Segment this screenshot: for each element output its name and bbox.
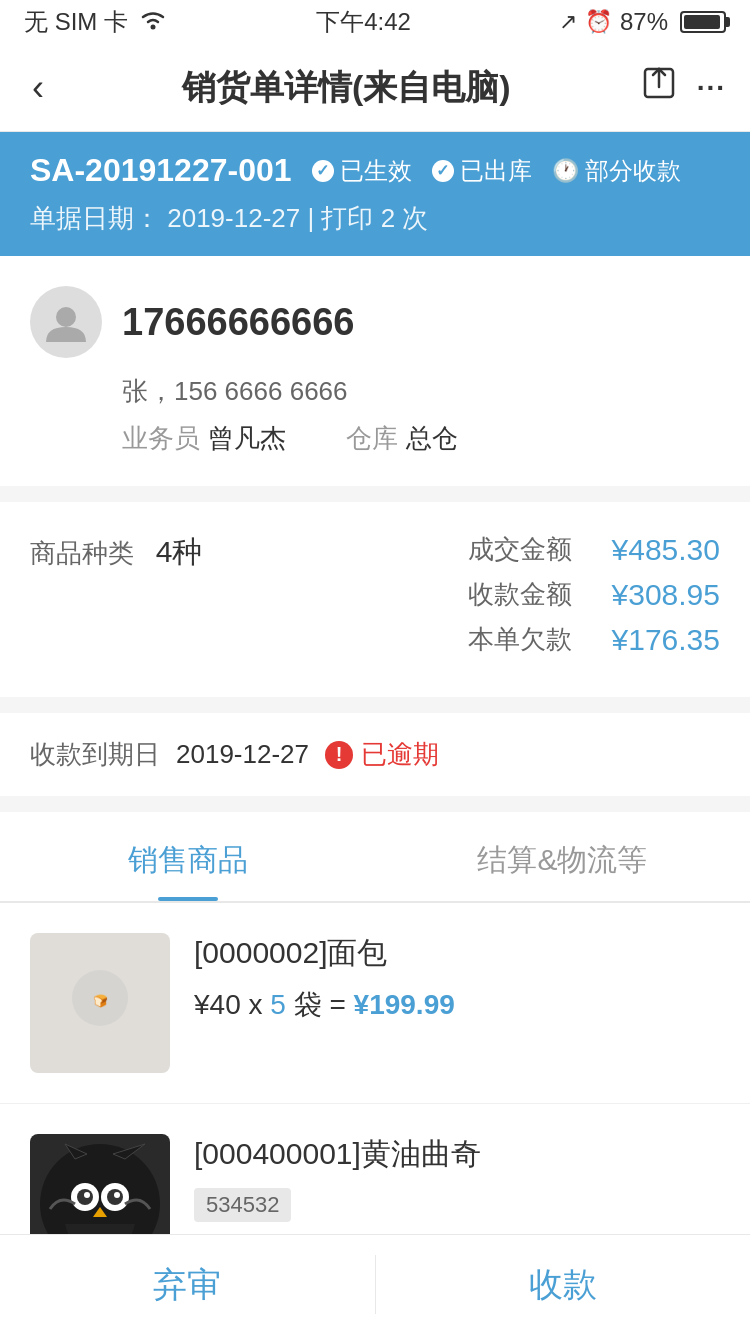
product-types-count: 4种 <box>156 535 203 568</box>
nav-bar: ‹ 销货单详情(来自电脑) ··· <box>0 44 750 132</box>
bottom-bar: 弃审 收款 <box>0 1234 750 1334</box>
check-icon-2: ✓ <box>432 160 454 182</box>
product-name-2: [000400001]黄油曲奇 <box>194 1134 720 1175</box>
status-activated: ✓ 已生效 <box>312 155 412 187</box>
confirm-button[interactable]: 收款 <box>376 1235 751 1334</box>
customer-name: 张，156 6666 6666 <box>30 374 720 409</box>
owed-label: 本单欠款 <box>468 622 572 657</box>
product-sku-2: 534532 <box>194 1188 291 1222</box>
due-date-value: 2019-12-27 <box>176 739 309 770</box>
customer-avatar <box>30 286 102 358</box>
status-bar: 无 SIM 卡 下午4:42 ↗ ⏰ 87% <box>0 0 750 44</box>
nav-actions: ··· <box>641 65 726 110</box>
due-label: 收款到期日 <box>30 737 160 772</box>
status-left: 无 SIM 卡 <box>24 6 168 38</box>
status-partial: 🕐 部分收款 <box>552 155 681 187</box>
customer-section: 17666666666 张，156 6666 6666 业务员 曾凡杰 仓库 总… <box>0 256 750 486</box>
svg-text:🍞: 🍞 <box>93 993 108 1008</box>
customer-phone: 17666666666 <box>122 301 354 344</box>
page-title: 销货单详情(来自电脑) <box>52 65 641 111</box>
salesperson-value: 曾凡杰 <box>208 421 286 456</box>
status-shipped: ✓ 已出库 <box>432 155 532 187</box>
time-display: 下午4:42 <box>316 6 411 38</box>
tab-products[interactable]: 销售商品 <box>0 812 375 901</box>
carrier-text: 无 SIM 卡 <box>24 6 128 38</box>
location-icon: ↗ <box>559 9 577 35</box>
battery-percent: 87% <box>620 8 668 36</box>
salesperson-label: 业务员 <box>122 421 200 456</box>
check-icon-1: ✓ <box>312 160 334 182</box>
svg-point-3 <box>56 307 76 327</box>
product-name-1: [0000002]面包 <box>194 933 720 974</box>
customer-meta: 业务员 曾凡杰 仓库 总仓 <box>30 421 720 456</box>
amount-row: 成交金额 ¥485.30 <box>468 532 720 567</box>
summary-section: 商品种类 4种 成交金额 ¥485.30 收款金额 ¥308.95 本单欠款 ¥… <box>0 502 750 697</box>
product-qty-1: 5 <box>270 989 286 1020</box>
tabs-section: 销售商品 结算&物流等 <box>0 812 750 903</box>
warehouse-label: 仓库 <box>346 421 398 456</box>
amount-label: 成交金额 <box>468 532 572 567</box>
alarm-icon: ⏰ <box>585 9 612 35</box>
received-row: 收款金额 ¥308.95 <box>468 577 720 612</box>
wifi-icon <box>138 8 168 36</box>
svg-point-12 <box>114 1192 120 1198</box>
received-value: ¥308.95 <box>612 578 720 612</box>
tabs-row: 销售商品 结算&物流等 <box>0 812 750 902</box>
share-button[interactable] <box>641 65 677 110</box>
order-header: SA-20191227-001 ✓ 已生效 ✓ 已出库 🕐 部分收款 单据日期：… <box>0 132 750 256</box>
overdue-text: 已逾期 <box>361 737 439 772</box>
back-button[interactable]: ‹ <box>24 59 52 117</box>
product-info-1: [0000002]面包 ¥40 x 5 袋 = ¥199.99 <box>194 933 720 1024</box>
overdue-icon: ! <box>325 741 353 769</box>
cancel-button[interactable]: 弃审 <box>0 1235 375 1334</box>
amounts-container: 成交金额 ¥485.30 收款金额 ¥308.95 本单欠款 ¥176.35 <box>468 532 720 667</box>
product-price-1: ¥40 x 5 袋 = ¥199.99 <box>194 986 720 1024</box>
svg-point-11 <box>84 1192 90 1198</box>
more-button[interactable]: ··· <box>697 72 726 104</box>
owed-row: 本单欠款 ¥176.35 <box>468 622 720 657</box>
product-item-1: 🍞 [0000002]面包 ¥40 x 5 袋 = ¥199.99 <box>0 903 750 1104</box>
received-label: 收款金额 <box>468 577 572 612</box>
battery-icon <box>680 11 726 33</box>
warehouse-value: 总仓 <box>406 421 458 456</box>
due-date-section: 收款到期日 2019-12-27 ! 已逾期 <box>0 713 750 796</box>
product-types-label: 商品种类 <box>30 538 134 568</box>
product-image-1: 🍞 <box>30 933 170 1073</box>
owed-value: ¥176.35 <box>612 623 720 657</box>
svg-point-0 <box>151 25 156 30</box>
amount-value: ¥485.30 <box>612 533 720 567</box>
product-total-1: ¥199.99 <box>354 989 455 1020</box>
status-right: ↗ ⏰ 87% <box>559 8 726 36</box>
tab-settlement[interactable]: 结算&物流等 <box>375 812 750 901</box>
order-id: SA-20191227-001 <box>30 152 292 189</box>
overdue-badge: ! 已逾期 <box>325 737 439 772</box>
product-types-container: 商品种类 4种 <box>30 532 202 573</box>
order-date-row: 单据日期： 2019-12-27 | 打印 2 次 <box>30 201 720 236</box>
